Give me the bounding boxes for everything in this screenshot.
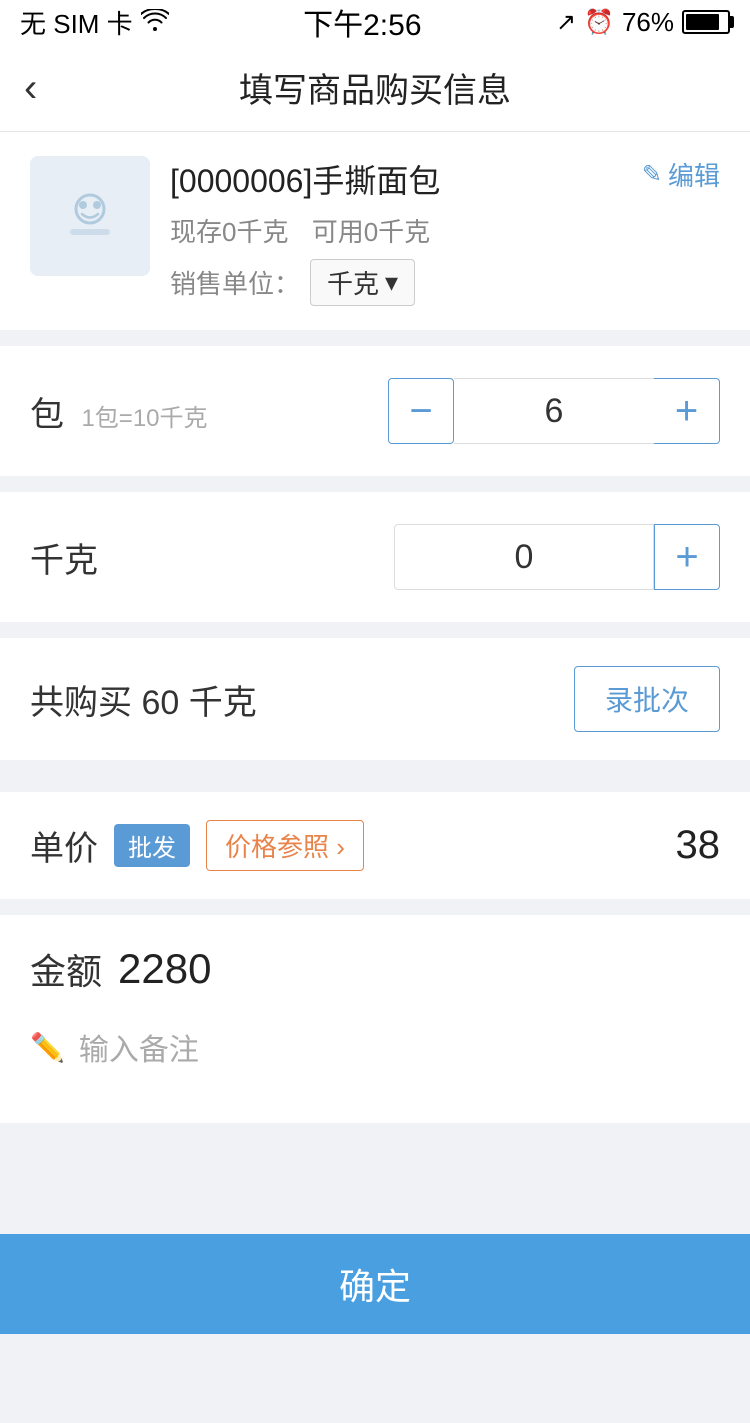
status-right: ↗ ⏰ 76%: [556, 7, 730, 38]
divider-2: [0, 899, 750, 915]
status-left: 无 SIM 卡: [20, 4, 169, 41]
divider-1: [0, 776, 750, 792]
price-ref-label: 价格参照 ›: [225, 827, 345, 864]
edit-icon: ✎: [642, 160, 662, 189]
package-hint: 1包=10千克: [81, 405, 207, 432]
amount-label: 金额: [30, 943, 102, 995]
unit-select[interactable]: 千克 ▾: [310, 259, 415, 306]
unit-value: 千克: [327, 264, 379, 301]
kg-plus-button[interactable]: +: [654, 524, 720, 590]
edit-button[interactable]: ✎ 编辑: [642, 156, 720, 193]
package-row: 包 1包=10千克 − +: [30, 346, 720, 476]
kg-qty-input[interactable]: [394, 524, 654, 590]
price-value: 38: [676, 823, 721, 868]
battery-icon: [682, 10, 730, 34]
package-minus-button[interactable]: −: [388, 378, 454, 444]
amount-section: 金额 2280 ✏️ 输入备注: [0, 915, 750, 1123]
summary-text: 共购买 60 千克: [30, 675, 257, 724]
stock-text: 现存0千克: [170, 217, 288, 247]
carrier-text: 无 SIM 卡: [20, 4, 133, 41]
product-info: [0000006]手撕面包 现存0千克 可用0千克 销售单位： 千克 ▾: [170, 156, 720, 306]
unit-label: 销售单位：: [170, 264, 300, 301]
location-icon: ↗: [556, 8, 576, 37]
kg-label: 千克: [30, 533, 394, 582]
price-tag: 批发: [114, 824, 190, 867]
alarm-icon: ⏰: [584, 8, 614, 37]
remark-row[interactable]: ✏️ 输入备注: [30, 1015, 720, 1093]
package-qty-control: − +: [388, 378, 720, 444]
product-name: [0000006]手撕面包: [170, 156, 720, 202]
batch-button[interactable]: 录批次: [574, 666, 720, 732]
pencil-icon: ✏️: [30, 1031, 65, 1064]
kg-qty-control: +: [394, 524, 720, 590]
available-text: 可用0千克: [312, 217, 430, 247]
battery-percent: 76%: [622, 7, 674, 38]
edit-label: 编辑: [668, 156, 720, 193]
page-title: 填写商品购买信息: [239, 63, 511, 112]
status-time: 下午2:56: [303, 0, 421, 44]
price-label: 单价: [30, 821, 98, 870]
price-ref-button[interactable]: 价格参照 ›: [206, 820, 364, 871]
back-button[interactable]: ‹: [24, 68, 37, 108]
product-stock: 现存0千克 可用0千克: [170, 212, 720, 249]
confirm-button[interactable]: 确定: [0, 1234, 750, 1334]
package-qty-input[interactable]: [454, 378, 654, 444]
amount-row: 金额 2280: [30, 943, 720, 995]
nav-bar: ‹ 填写商品购买信息: [0, 44, 750, 132]
kg-row: 千克 +: [30, 492, 720, 622]
product-thumbnail: [30, 156, 150, 276]
remark-input[interactable]: 输入备注: [79, 1025, 199, 1069]
price-section: 单价 批发 价格参照 › 38: [0, 792, 750, 899]
product-unit: 销售单位： 千克 ▾: [170, 259, 720, 306]
kg-input-section: 千克 +: [0, 492, 750, 622]
status-bar: 无 SIM 卡 下午2:56 ↗ ⏰ 76%: [0, 0, 750, 44]
product-card: [0000006]手撕面包 现存0千克 可用0千克 销售单位： 千克 ▾ ✎ 编…: [0, 132, 750, 330]
wifi-icon: [141, 7, 169, 38]
package-plus-button[interactable]: +: [654, 378, 720, 444]
unit-chevron-icon: ▾: [385, 267, 398, 298]
summary-section: 共购买 60 千克 录批次: [0, 638, 750, 760]
package-label: 包 1包=10千克: [30, 387, 388, 436]
amount-value: 2280: [118, 945, 211, 993]
package-input-section: 包 1包=10千克 − +: [0, 346, 750, 476]
